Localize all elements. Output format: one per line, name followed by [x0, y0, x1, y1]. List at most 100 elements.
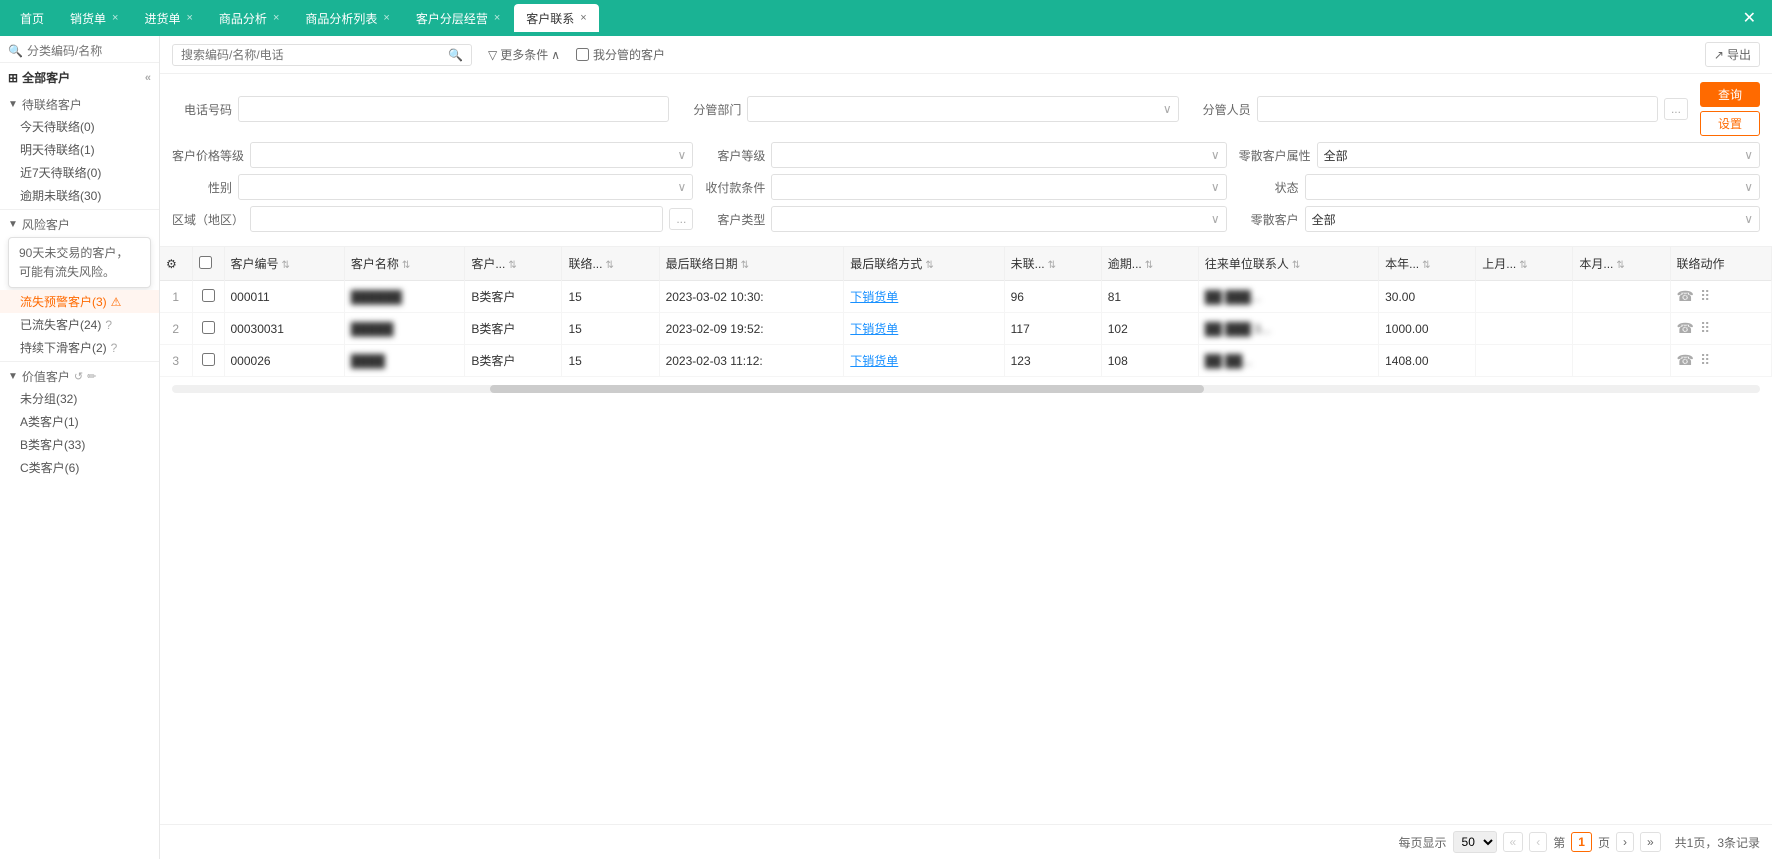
row-last-type-1[interactable]: 下销货单: [844, 313, 1004, 345]
col-last-type[interactable]: 最后联络方式⇅: [844, 247, 1004, 281]
tab-goods-list-close[interactable]: ×: [383, 12, 389, 24]
row-checkbox-2[interactable]: [192, 345, 224, 377]
section-value-customer[interactable]: ▼ 价值客户 ↺ ✏: [0, 364, 159, 387]
select-all-checkbox[interactable]: [199, 256, 212, 269]
customer-grade-select[interactable]: ∨: [771, 142, 1226, 168]
my-customers-label: 我分管的客户: [593, 46, 665, 63]
sidebar-item-7days[interactable]: 近7天待联络(0): [0, 161, 159, 184]
sidebar-item-declining[interactable]: 持续下滑客户(2) ?: [0, 336, 159, 359]
action-more-icon-2[interactable]: ⠿: [1700, 352, 1710, 369]
sidebar-item-overdue[interactable]: 逾期未联络(30): [0, 184, 159, 207]
col-type[interactable]: 客户...⇅: [465, 247, 562, 281]
next-page-button[interactable]: ›: [1616, 832, 1634, 852]
sidebar-item-churn-warning[interactable]: 流失预警客户(3) ⚠: [0, 290, 159, 313]
export-button[interactable]: ↗ 导出: [1705, 42, 1760, 67]
filter-search-button[interactable]: 🔍: [448, 48, 463, 62]
sidebar-item-churned[interactable]: 已流失客户(24) ?: [0, 313, 159, 336]
sidebar-collapse-icon[interactable]: «: [145, 72, 151, 84]
tab-purchase[interactable]: 进货单 ×: [132, 4, 204, 32]
action-more-icon-0[interactable]: ⠿: [1700, 288, 1710, 305]
col-overdue[interactable]: 逾期...⇅: [1101, 247, 1198, 281]
window-close-button[interactable]: ✕: [1735, 8, 1764, 28]
my-customers-checkbox-area[interactable]: 我分管的客户: [576, 46, 665, 63]
tab-customer-contact[interactable]: 客户联系 ×: [514, 4, 598, 32]
tab-goods-analysis-close[interactable]: ×: [273, 12, 279, 24]
tab-customer-contact-close[interactable]: ×: [580, 12, 586, 24]
export-icon: ↗: [1714, 48, 1724, 62]
tab-goods-list[interactable]: 商品分析列表 ×: [293, 4, 401, 32]
col-code[interactable]: 客户编号⇅: [224, 247, 344, 281]
section-pending-arrow: ▼: [8, 99, 18, 110]
value-edit-icon[interactable]: ✏: [87, 370, 96, 383]
row-checkbox-0[interactable]: [192, 281, 224, 313]
tab-sales-close[interactable]: ×: [112, 12, 118, 24]
col-contact-person[interactable]: 往来单位联系人⇅: [1198, 247, 1378, 281]
tab-customer-layer-close[interactable]: ×: [494, 12, 500, 24]
sidebar-item-today[interactable]: 今天待联络(0): [0, 115, 159, 138]
section-risk-customer[interactable]: ▼ 风险客户: [0, 212, 159, 235]
value-refresh-icon[interactable]: ↺: [74, 370, 83, 383]
filter-search-input[interactable]: [181, 48, 448, 62]
price-grade-label: 客户价格等级: [172, 147, 244, 164]
my-customers-checkbox[interactable]: [576, 48, 589, 61]
action-contact-icon-2[interactable]: ☎: [1677, 352, 1694, 369]
sidebar-item-ungroup[interactable]: 未分组(32): [0, 387, 159, 410]
sidebar-item-tomorrow[interactable]: 明天待联络(1): [0, 138, 159, 161]
manager-select[interactable]: [1257, 96, 1658, 122]
horizontal-scrollbar[interactable]: [172, 385, 1760, 393]
all-customers-label: 全部客户: [22, 69, 70, 86]
col-this-year[interactable]: 本年...⇅: [1379, 247, 1476, 281]
region-select[interactable]: [250, 206, 663, 232]
sidebar-item-b-class[interactable]: B类客户(33): [0, 433, 159, 456]
row-last-type-2[interactable]: 下销货单: [844, 345, 1004, 377]
col-this-month[interactable]: 本月...⇅: [1573, 247, 1670, 281]
phone-input[interactable]: [238, 96, 669, 122]
price-grade-select[interactable]: ∨: [250, 142, 693, 168]
action-more-icon-1[interactable]: ⠿: [1700, 320, 1710, 337]
region-ellipsis-button[interactable]: ...: [669, 208, 693, 230]
row-checkbox-1[interactable]: [192, 313, 224, 345]
scrollbar-thumb[interactable]: [490, 385, 1205, 393]
settings-button[interactable]: 设置: [1700, 111, 1760, 136]
all-customers-header[interactable]: ⊞ 全部客户 «: [0, 63, 159, 92]
credit-attr-select[interactable]: 全部 ∨: [1317, 142, 1760, 168]
tab-purchase-close[interactable]: ×: [186, 12, 192, 24]
tab-sales[interactable]: 销货单 ×: [58, 4, 130, 32]
customer-grade-arrow-icon: ∨: [1211, 148, 1220, 162]
sidebar-item-c-class[interactable]: C类客户(6): [0, 456, 159, 479]
col-last-date[interactable]: 最后联络日期⇅: [659, 247, 844, 281]
col-name[interactable]: 客户名称⇅: [344, 247, 464, 281]
row-code-1: 00030031: [224, 313, 344, 345]
row-last-type-0[interactable]: 下销货单: [844, 281, 1004, 313]
col-settings[interactable]: ⚙: [160, 247, 192, 281]
prev-page-button[interactable]: ‹: [1529, 832, 1547, 852]
retail-select[interactable]: 全部 ∨: [1305, 206, 1760, 232]
row-name-0: ██████: [344, 281, 464, 313]
dept-select[interactable]: ∨: [747, 96, 1178, 122]
row-last-month-0: [1476, 281, 1573, 313]
manager-ellipsis-button[interactable]: ...: [1664, 98, 1688, 120]
section-pending-contact[interactable]: ▼ 待联络客户: [0, 92, 159, 115]
filter-search-box: 🔍: [172, 44, 472, 66]
tab-customer-layer[interactable]: 客户分层经营 ×: [404, 4, 512, 32]
action-contact-icon-0[interactable]: ☎: [1677, 288, 1694, 305]
last-page-button[interactable]: »: [1640, 832, 1661, 852]
col-no-contact[interactable]: 未联...⇅: [1004, 247, 1101, 281]
customer-type-select[interactable]: ∨: [771, 206, 1226, 232]
col-contact[interactable]: 联络...⇅: [562, 247, 659, 281]
sidebar-search-area: 🔍: [0, 36, 159, 63]
per-page-select[interactable]: 50: [1453, 831, 1497, 853]
first-page-button[interactable]: «: [1503, 832, 1524, 852]
sidebar-search-input[interactable]: [27, 44, 160, 58]
query-button[interactable]: 查询: [1700, 82, 1760, 107]
tab-goods-analysis[interactable]: 商品分析 ×: [207, 4, 291, 32]
tab-home[interactable]: 首页: [8, 4, 56, 32]
gender-select[interactable]: ∨: [238, 174, 693, 200]
payment-select[interactable]: ∨: [771, 174, 1226, 200]
more-conditions-button[interactable]: ▽ 更多条件 ∧: [480, 43, 568, 66]
col-last-month[interactable]: 上月...⇅: [1476, 247, 1573, 281]
sidebar-item-a-class[interactable]: A类客户(1): [0, 410, 159, 433]
status-select[interactable]: ∨: [1305, 174, 1760, 200]
action-contact-icon-1[interactable]: ☎: [1677, 320, 1694, 337]
col-checkbox[interactable]: [192, 247, 224, 281]
